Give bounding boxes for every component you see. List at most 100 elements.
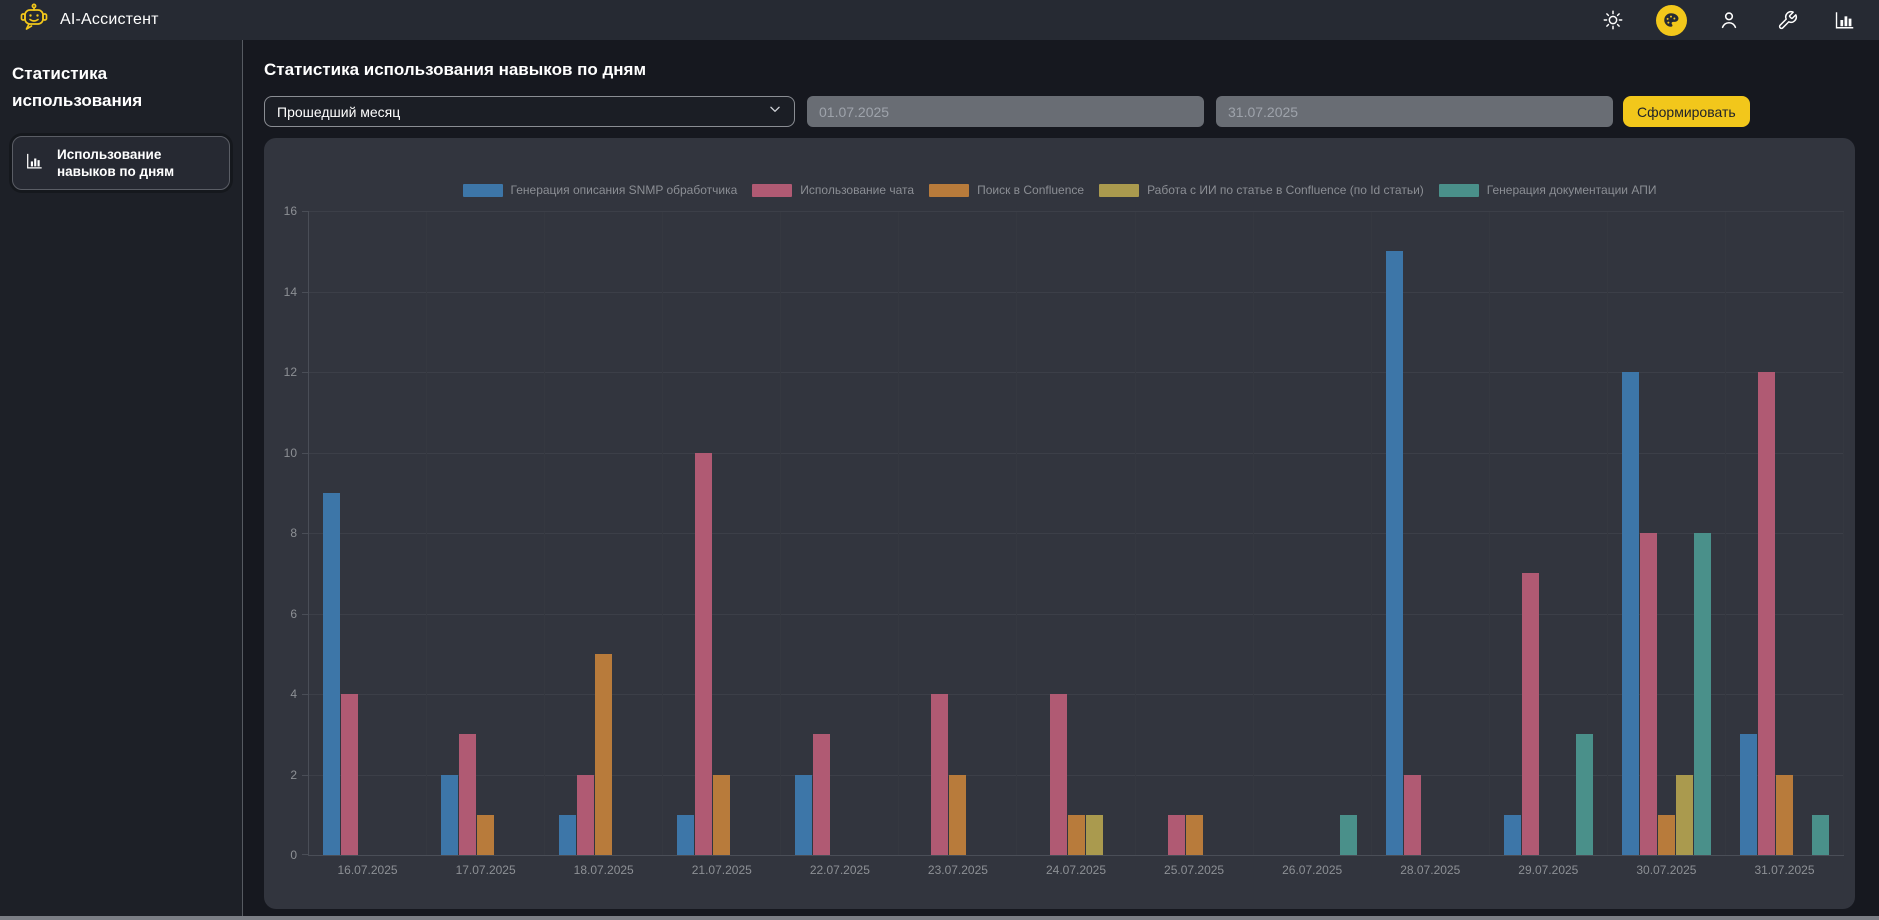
period-select[interactable]: Прошедший месяц xyxy=(264,96,795,127)
robot-icon xyxy=(18,2,50,39)
y-tick xyxy=(302,533,309,534)
sidebar-item-skill-usage-by-day[interactable]: Использование навыков по дням xyxy=(12,136,230,190)
bar-slot xyxy=(1085,814,1103,855)
y-axis-label: 4 xyxy=(290,687,297,701)
x-axis-label: 21.07.2025 xyxy=(691,863,752,877)
legend-item-0[interactable]: Генерация описания SNMP обработчика xyxy=(462,183,738,197)
chart-legend: Генерация описания SNMP обработчика Испол… xyxy=(264,183,1855,197)
bar-slot xyxy=(1639,533,1657,855)
bar-slot xyxy=(813,734,831,855)
bar-group xyxy=(1739,372,1829,855)
y-tick xyxy=(302,854,309,855)
y-axis-label: 6 xyxy=(290,606,297,621)
y-axis-label: 14 xyxy=(283,284,297,299)
category-cell-23.07.2025: 23.07.2025 xyxy=(899,212,1018,877)
bar-group xyxy=(441,734,531,855)
category-cell-29.07.2025: 29.07.2025 xyxy=(1490,212,1608,877)
palette-icon[interactable] xyxy=(1655,4,1687,36)
bar xyxy=(677,814,695,855)
bar-group xyxy=(1267,814,1357,855)
bar xyxy=(1167,814,1185,855)
x-axis-label: 25.07.2025 xyxy=(1164,863,1225,877)
bar-slot xyxy=(1775,774,1793,855)
bar xyxy=(341,694,359,855)
category-cell-22.07.2025: 22.07.2025 xyxy=(781,212,900,877)
legend-label: Генерация описания SNMP обработчика xyxy=(510,183,738,197)
sun-icon[interactable] xyxy=(1597,4,1629,36)
bar-slot xyxy=(949,774,967,855)
y-axis-label: 16 xyxy=(283,204,297,218)
bar xyxy=(1693,533,1711,855)
category-cell-28.07.2025: 28.07.2025 xyxy=(1372,212,1490,877)
legend-swatch xyxy=(752,183,793,197)
legend-item-3[interactable]: Работа с ИИ по статье в Confluence (по I… xyxy=(1099,183,1424,197)
filter-controls: Прошедший месяц Сформировать xyxy=(264,96,1855,127)
bar-slot xyxy=(1067,814,1085,855)
x-axis-label: 24.07.2025 xyxy=(1045,863,1107,877)
sidebar: Статистика использования Использование н… xyxy=(0,40,243,916)
y-tick xyxy=(302,774,309,776)
bar-slot xyxy=(1693,533,1711,855)
app-header: AI-Ассистент xyxy=(0,0,1879,40)
legend-item-1[interactable]: Использование чата xyxy=(752,183,914,197)
bar-chart-icon xyxy=(25,151,45,176)
bar-group xyxy=(913,694,1003,855)
bar-slot xyxy=(1503,814,1521,855)
bar xyxy=(1775,774,1793,855)
horizontal-scrollbar[interactable] xyxy=(0,916,1879,920)
y-axis-label: 12 xyxy=(283,365,297,379)
bar-group xyxy=(1385,251,1475,855)
x-axis-label: 26.07.2025 xyxy=(1282,863,1343,877)
bar-group xyxy=(795,734,885,855)
bar xyxy=(459,734,477,855)
legend-item-2[interactable]: Поиск в Confluence xyxy=(929,183,1084,197)
x-axis-label: 17.07.2025 xyxy=(455,863,516,877)
bar xyxy=(477,814,495,855)
bar xyxy=(795,774,813,855)
bar xyxy=(695,452,713,855)
sidebar-title: Статистика использования xyxy=(12,64,143,110)
wrench-icon[interactable] xyxy=(1771,4,1803,36)
generate-report-button[interactable]: Сформировать xyxy=(1623,96,1750,127)
user-icon[interactable] xyxy=(1713,4,1745,36)
legend-label: Генерация документации АПИ xyxy=(1486,183,1657,197)
bar-slot xyxy=(1657,814,1675,855)
bar-slot xyxy=(559,814,577,855)
bar-slot xyxy=(1739,734,1757,855)
bar-slot xyxy=(1339,814,1357,855)
bar-slot xyxy=(1675,774,1693,855)
bar-slot xyxy=(677,814,695,855)
x-axis-label: 28.07.2025 xyxy=(1400,863,1461,877)
date-to-input[interactable] xyxy=(1216,96,1613,127)
y-axis-label: 0 xyxy=(290,848,297,862)
bar xyxy=(1521,573,1539,855)
plot-cells: 16.07.2025 17.07.2025 18.07.2025 21.07.2025… xyxy=(309,212,1845,877)
bar-slot xyxy=(1521,573,1539,855)
category-cell-16.07.2025: 16.07.2025 xyxy=(309,212,428,877)
bar-group xyxy=(559,653,649,855)
bar xyxy=(1639,533,1657,855)
bar xyxy=(713,774,731,855)
period-select-value: Прошедший месяц xyxy=(277,103,401,120)
bar xyxy=(595,653,613,855)
legend-item-4[interactable]: Генерация документации АПИ xyxy=(1438,183,1657,197)
bar xyxy=(1739,734,1757,855)
chart-card: Генерация описания SNMP обработчика Испол… xyxy=(264,138,1855,909)
bar-slot xyxy=(1385,251,1403,855)
bar-slot xyxy=(577,774,595,855)
date-from-input[interactable] xyxy=(807,96,1204,127)
x-axis-label: 22.07.2025 xyxy=(809,863,870,877)
bar-slot xyxy=(1575,734,1593,855)
legend-label: Использование чата xyxy=(800,183,915,197)
bar-chart-icon[interactable] xyxy=(1829,4,1861,36)
bar-group xyxy=(323,492,413,855)
palette-circle xyxy=(1655,4,1687,36)
category-cell-18.07.2025: 18.07.2025 xyxy=(545,212,664,877)
bar-slot xyxy=(795,774,813,855)
bar xyxy=(323,492,341,855)
bar-slot xyxy=(459,734,477,855)
bar xyxy=(1403,774,1421,855)
legend-swatch xyxy=(929,183,970,197)
bar xyxy=(1621,372,1639,855)
app-title: AI-Ассистент xyxy=(60,11,159,28)
